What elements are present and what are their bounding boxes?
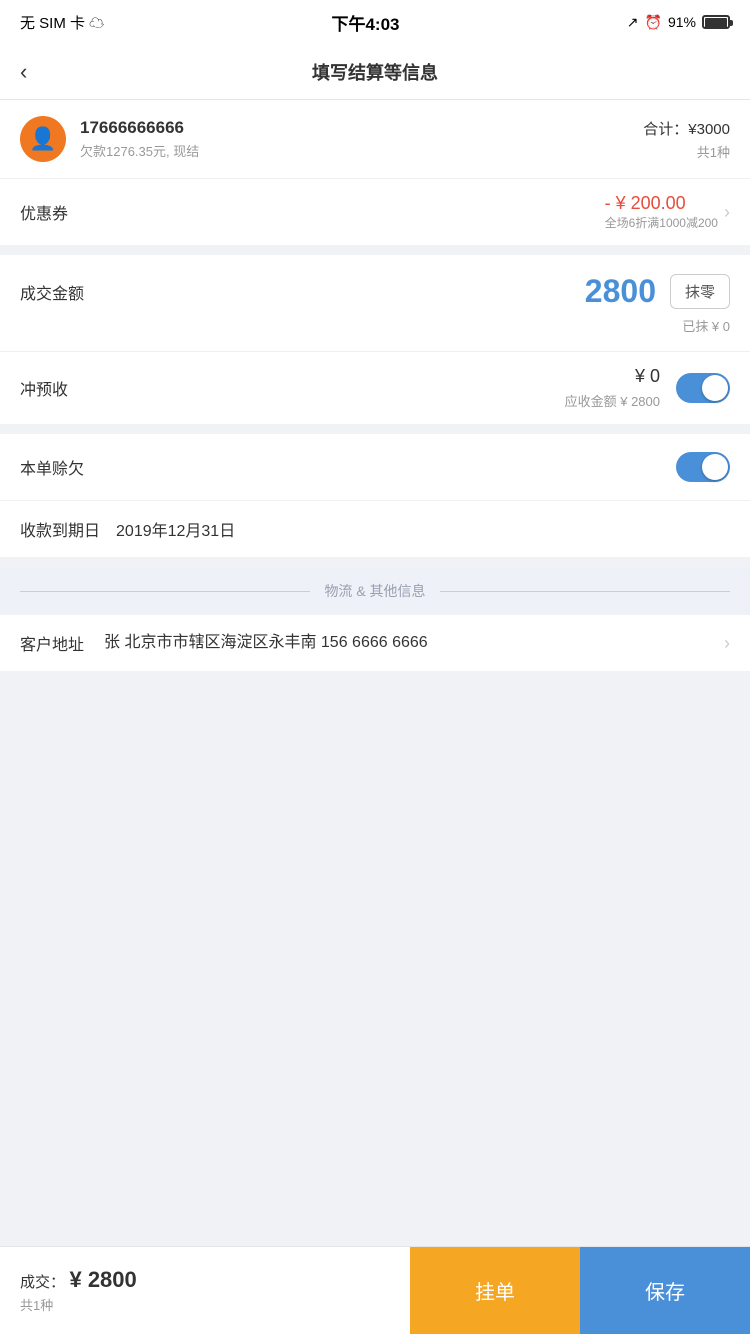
content: 👤 17666666666 欠款1276.35元, 现结 合计：¥3000 共1… (0, 100, 750, 891)
battery-bar (702, 15, 730, 29)
total-label: 合计：¥3000 (643, 118, 730, 139)
nav-bar: ‹ 填写结算等信息 (0, 44, 750, 100)
prepay-right: ¥ 0 应收金额 ¥ 2800 (565, 366, 660, 410)
coupon-chevron-icon: › (724, 202, 730, 223)
coupon-right: - ¥ 200.00 全场6折满1000减200 › (605, 193, 730, 231)
location-icon: ↗ (627, 14, 639, 31)
bottom-actions: 挂单 保存 (410, 1247, 750, 1334)
debt-label: 本单赊欠 (20, 455, 84, 479)
bottom-count: 共1种 (20, 1295, 390, 1314)
save-button[interactable]: 保存 (580, 1247, 750, 1334)
round-button[interactable]: 抹零 (670, 274, 730, 309)
logistics-label: 物流 & 其他信息 (324, 581, 425, 601)
user-sub: 欠款1276.35元, 现结 (80, 141, 199, 160)
address-key: 客户地址 (20, 631, 84, 655)
user-info-text: 17666666666 欠款1276.35元, 现结 (80, 118, 199, 160)
status-time: 下午4:03 (331, 10, 399, 35)
transaction-section: 成交金额 2800 抹零 已抹 ¥ 0 冲预收 ¥ 0 应收金额 ¥ 2800 (0, 255, 750, 424)
alarm-icon: ⏰ (645, 14, 662, 31)
coupon-label: 优惠券 (20, 200, 68, 224)
user-left: 👤 17666666666 欠款1276.35元, 现结 (20, 116, 199, 162)
prepay-right-container: ¥ 0 应收金额 ¥ 2800 (565, 366, 730, 410)
bottom-deal-row: 成交： ¥ 2800 (20, 1267, 390, 1293)
bottom-amount: ¥ 2800 (69, 1267, 136, 1292)
prepay-toggle[interactable] (676, 373, 730, 403)
date-row: 收款到期日 2019年12月31日 (0, 500, 750, 557)
total-count: 共1种 (643, 142, 730, 161)
sim-text: 无 SIM 卡 ☁ (20, 12, 104, 33)
debt-toggle[interactable] (676, 452, 730, 482)
prepay-row: 冲预收 ¥ 0 应收金额 ¥ 2800 (0, 351, 750, 424)
amount-label: 成交金额 (20, 280, 84, 304)
prepay-amount: ¥ 0 (635, 366, 660, 387)
bottom-bar: 成交： ¥ 2800 共1种 挂单 保存 (0, 1246, 750, 1334)
status-left: 无 SIM 卡 ☁ (20, 12, 104, 33)
address-section: 客户地址 张 北京市市辖区海淀区永丰南 156 6666 6666 › (0, 615, 750, 671)
back-button[interactable]: ‹ (20, 59, 27, 85)
due-date-label: 收款到期日 (20, 517, 100, 541)
amount-sub: 已抹 ¥ 0 (0, 316, 750, 351)
amount-value: 2800 (585, 273, 656, 310)
address-value: 张 北京市市辖区海淀区永丰南 156 6666 6666 (104, 631, 724, 655)
logistics-line-left (20, 591, 310, 592)
amount-right: 2800 抹零 (585, 273, 730, 310)
coupon-desc: 全场6折满1000减200 (605, 214, 718, 231)
bottom-summary: 成交： ¥ 2800 共1种 (0, 1267, 410, 1314)
status-bar: 无 SIM 卡 ☁ 下午4:03 ↗ ⏰ 91% (0, 0, 750, 44)
address-row[interactable]: 客户地址 张 北京市市辖区海淀区永丰南 156 6666 6666 › (0, 615, 750, 671)
debt-row: 本单赊欠 (0, 434, 750, 500)
user-row: 👤 17666666666 欠款1276.35元, 现结 合计：¥3000 共1… (0, 100, 750, 178)
prepay-sub: 应收金额 ¥ 2800 (565, 391, 660, 410)
gray-area (0, 681, 750, 801)
user-right: 合计：¥3000 共1种 (643, 118, 730, 161)
user-phone: 17666666666 (80, 118, 199, 138)
due-date-value: 2019年12月31日 (116, 517, 235, 541)
avatar: 👤 (20, 116, 66, 162)
coupon-row[interactable]: 优惠券 - ¥ 200.00 全场6折满1000减200 › (0, 178, 750, 245)
debt-section: 本单赊欠 收款到期日 2019年12月31日 (0, 434, 750, 557)
address-chevron-icon: › (724, 633, 730, 654)
logistics-line-right (440, 591, 730, 592)
user-coupon-section: 👤 17666666666 欠款1276.35元, 现结 合计：¥3000 共1… (0, 100, 750, 245)
bottom-deal-label: 成交： (20, 1274, 65, 1291)
hang-button[interactable]: 挂单 (410, 1247, 580, 1334)
avatar-icon: 👤 (29, 126, 56, 152)
amount-row: 成交金额 2800 抹零 (0, 255, 750, 316)
prepay-label: 冲预收 (20, 376, 68, 400)
battery-percent: 91% (668, 14, 696, 30)
status-right: ↗ ⏰ 91% (627, 14, 730, 31)
logistics-header: 物流 & 其他信息 (0, 567, 750, 615)
coupon-discount: - ¥ 200.00 (605, 193, 718, 214)
page-title: 填写结算等信息 (312, 59, 438, 85)
